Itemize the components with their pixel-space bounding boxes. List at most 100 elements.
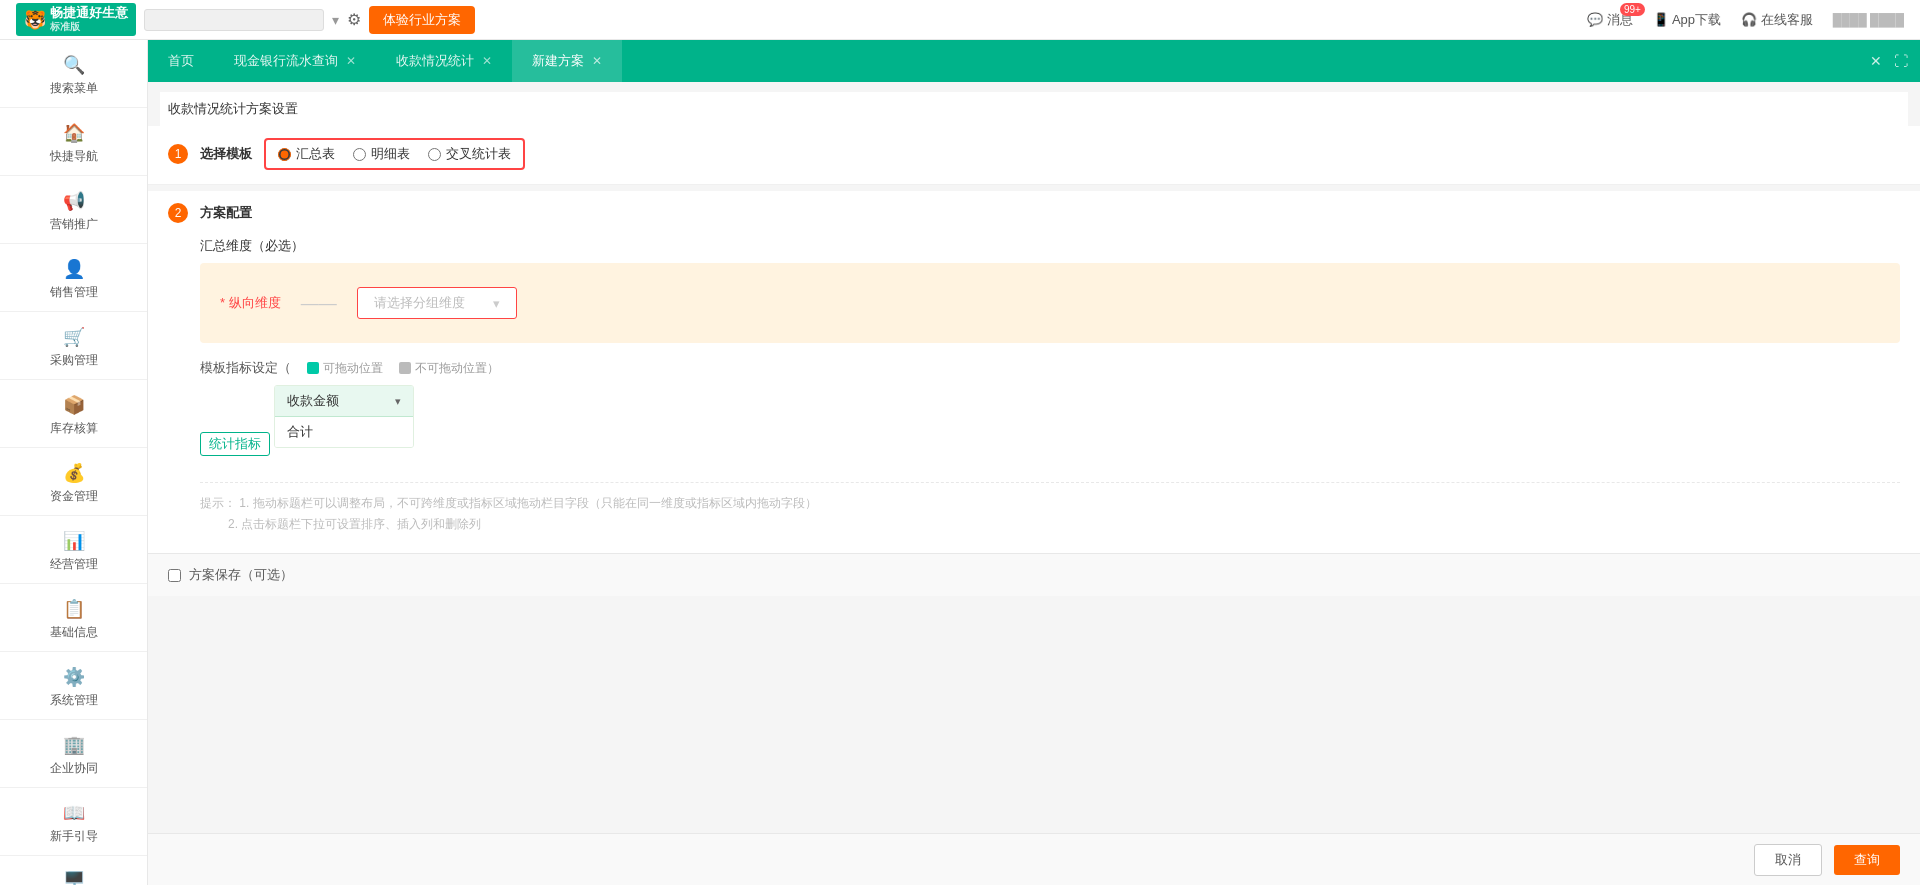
info-icon: 📋 [63, 598, 85, 620]
enterprise-icon: 🏢 [63, 734, 85, 756]
metrics-header: 模板指标设定（ 可拖动位置 不可拖动位置） [200, 359, 1900, 377]
sidebar-item-label: 销售管理 [50, 284, 98, 301]
sidebar-item-guide[interactable]: 📖 新手引导 [0, 788, 147, 856]
radio-detail-label: 明细表 [371, 145, 410, 163]
radio-detail-input[interactable] [353, 148, 366, 161]
close-window-icon[interactable]: ✕ [1870, 53, 1882, 69]
stat-label: 统计指标 [200, 432, 270, 456]
service-label: 在线客服 [1761, 12, 1813, 27]
step1-badge: 1 [168, 144, 188, 164]
sidebar-item-inventory[interactable]: 📦 库存核算 [0, 380, 147, 448]
gear-icon[interactable]: ⚙ [347, 10, 361, 29]
finance-icon: 💰 [63, 462, 85, 484]
service-btn[interactable]: 🎧 在线客服 [1741, 11, 1813, 29]
radio-summary[interactable]: 汇总表 [278, 145, 335, 163]
dimension-area: * 纵向维度 —— 请选择分组维度 ▾ [200, 263, 1900, 343]
metrics-table-header[interactable]: 收款金额 ▾ [275, 386, 413, 417]
system-icon: ⚙️ [63, 666, 85, 688]
radio-cross-label: 交叉统计表 [446, 145, 511, 163]
sidebar-item-label: 基础信息 [50, 624, 98, 641]
step2-row: 2 方案配置 [168, 203, 1900, 223]
logo-text: 畅捷通好生意 [50, 5, 128, 21]
sidebar-item-label: 经营管理 [50, 556, 98, 573]
sidebar-item-quicknav[interactable]: 🏠 快捷导航 [0, 108, 147, 176]
step2-badge: 2 [168, 203, 188, 223]
tab-stats-close[interactable]: ✕ [482, 54, 492, 68]
sidebar-item-label: 采购管理 [50, 352, 98, 369]
sidebar-item-system[interactable]: ⚙️ 系统管理 [0, 652, 147, 720]
dimension-section-label: 汇总维度（必选） [200, 237, 1900, 255]
query-button[interactable]: 查询 [1834, 845, 1900, 875]
message-badge: 99+ [1620, 3, 1645, 16]
sidebar-item-label: 营销推广 [50, 216, 98, 233]
dropdown-icon[interactable]: ▾ [332, 12, 339, 28]
col-chevron-icon[interactable]: ▾ [395, 395, 401, 408]
tips-section: 提示： 1. 拖动标题栏可以调整布局，不可跨维度或指标区域拖动栏目字段（只能在同… [200, 482, 1900, 533]
radio-summary-input[interactable] [278, 148, 291, 161]
metrics-table: 收款金额 ▾ 合计 [274, 385, 414, 448]
cancel-button[interactable]: 取消 [1754, 844, 1822, 876]
sidebar-item-operations[interactable]: 📊 经营管理 [0, 516, 147, 584]
sidebar-item-enterprise[interactable]: 🏢 企业协同 [0, 720, 147, 788]
sidebar-item-label: 新手引导 [50, 828, 98, 845]
dimension-selector[interactable]: 请选择分组维度 ▾ [357, 287, 517, 319]
tab-new[interactable]: 新建方案 ✕ [512, 40, 622, 82]
drag-indicator [307, 362, 319, 374]
search-input[interactable] [144, 9, 324, 31]
footer-bar: 取消 查询 [148, 833, 1920, 885]
step1-label: 选择模板 [200, 145, 252, 163]
sidebar-item-hardware[interactable]: 🖥️ 智能硬件 [0, 856, 147, 885]
template-section: 1 选择模板 汇总表 明细表 [148, 126, 1920, 185]
sidebar-item-label: 搜索菜单 [50, 80, 98, 97]
sidebar-item-marketing[interactable]: 📢 营销推广 [0, 176, 147, 244]
dimension-row: * 纵向维度 —— 请选择分组维度 ▾ [220, 287, 1880, 319]
sidebar-item-label: 库存核算 [50, 420, 98, 437]
trial-button[interactable]: 体验行业方案 [369, 6, 475, 34]
radio-cross[interactable]: 交叉统计表 [428, 145, 511, 163]
top-bar: 🐯 畅捷通好生意 标准版 ▾ ⚙ 体验行业方案 💬 消息 99+ 📱 App下载… [0, 0, 1920, 40]
no-drag-label: 不可拖动位置） [415, 360, 499, 377]
megaphone-icon: 📢 [63, 190, 85, 212]
step2-label: 方案配置 [200, 204, 252, 222]
dimension-section: 汇总维度（必选） * 纵向维度 —— 请选择分组维度 ▾ [200, 237, 1900, 533]
save-section: 方案保存（可选） [148, 553, 1920, 596]
tab-bank[interactable]: 现金银行流水查询 ✕ [214, 40, 376, 82]
sidebar-item-purchase[interactable]: 🛒 采购管理 [0, 312, 147, 380]
sidebar-item-finance[interactable]: 💰 资金管理 [0, 448, 147, 516]
radio-detail[interactable]: 明细表 [353, 145, 410, 163]
selector-arrow: ▾ [493, 296, 500, 311]
tab-stats-label: 收款情况统计 [396, 52, 474, 70]
maximize-icon[interactable]: ⛶ [1894, 53, 1908, 69]
download-btn[interactable]: 📱 App下载 [1653, 11, 1721, 29]
download-label: App下载 [1672, 12, 1721, 27]
message-btn[interactable]: 💬 消息 99+ [1587, 11, 1633, 29]
search-icon: 🔍 [63, 54, 85, 76]
template-box: 汇总表 明细表 交叉统计表 [264, 138, 525, 170]
user-info: ████ ████ [1833, 13, 1904, 27]
sidebar-item-label: 企业协同 [50, 760, 98, 777]
sidebar: 🔍 搜索菜单 🏠 快捷导航 📢 营销推广 👤 销售管理 🛒 采购管理 📦 库存核… [0, 40, 148, 885]
draggable-hint: 可拖动位置 [307, 360, 383, 377]
config-section: 2 方案配置 汇总维度（必选） * 纵向维度 —— 请选择分组维度 ▾ [148, 191, 1920, 553]
tab-home[interactable]: 首页 [148, 40, 214, 82]
tab-stats[interactable]: 收款情况统计 ✕ [376, 40, 512, 82]
vertical-dim-label: * 纵向维度 [220, 294, 281, 312]
content-area: 首页 现金银行流水查询 ✕ 收款情况统计 ✕ 新建方案 ✕ ✕ ⛶ 收款情况统计… [148, 40, 1920, 885]
save-checkbox[interactable] [168, 569, 181, 582]
tab-bank-close[interactable]: ✕ [346, 54, 356, 68]
headset-icon: 🎧 [1741, 12, 1757, 27]
tab-bar: 首页 现金银行流水查询 ✕ 收款情况统计 ✕ 新建方案 ✕ ✕ ⛶ [148, 40, 1920, 82]
sidebar-item-label: 快捷导航 [50, 148, 98, 165]
tab-new-close[interactable]: ✕ [592, 54, 602, 68]
guide-icon: 📖 [63, 802, 85, 824]
sidebar-item-search[interactable]: 🔍 搜索菜单 [0, 40, 147, 108]
tab-home-label: 首页 [168, 52, 194, 70]
top-bar-left: 🐯 畅捷通好生意 标准版 ▾ ⚙ 体验行业方案 [16, 3, 475, 37]
metrics-table-container: 统计指标 收款金额 ▾ 合计 [200, 385, 1900, 462]
radio-cross-input[interactable] [428, 148, 441, 161]
step1-row: 1 选择模板 汇总表 明细表 [168, 138, 1900, 170]
metrics-table-row: 合计 [275, 417, 413, 447]
sidebar-item-sales[interactable]: 👤 销售管理 [0, 244, 147, 312]
sidebar-item-basicinfo[interactable]: 📋 基础信息 [0, 584, 147, 652]
download-icon: 📱 [1653, 12, 1669, 27]
